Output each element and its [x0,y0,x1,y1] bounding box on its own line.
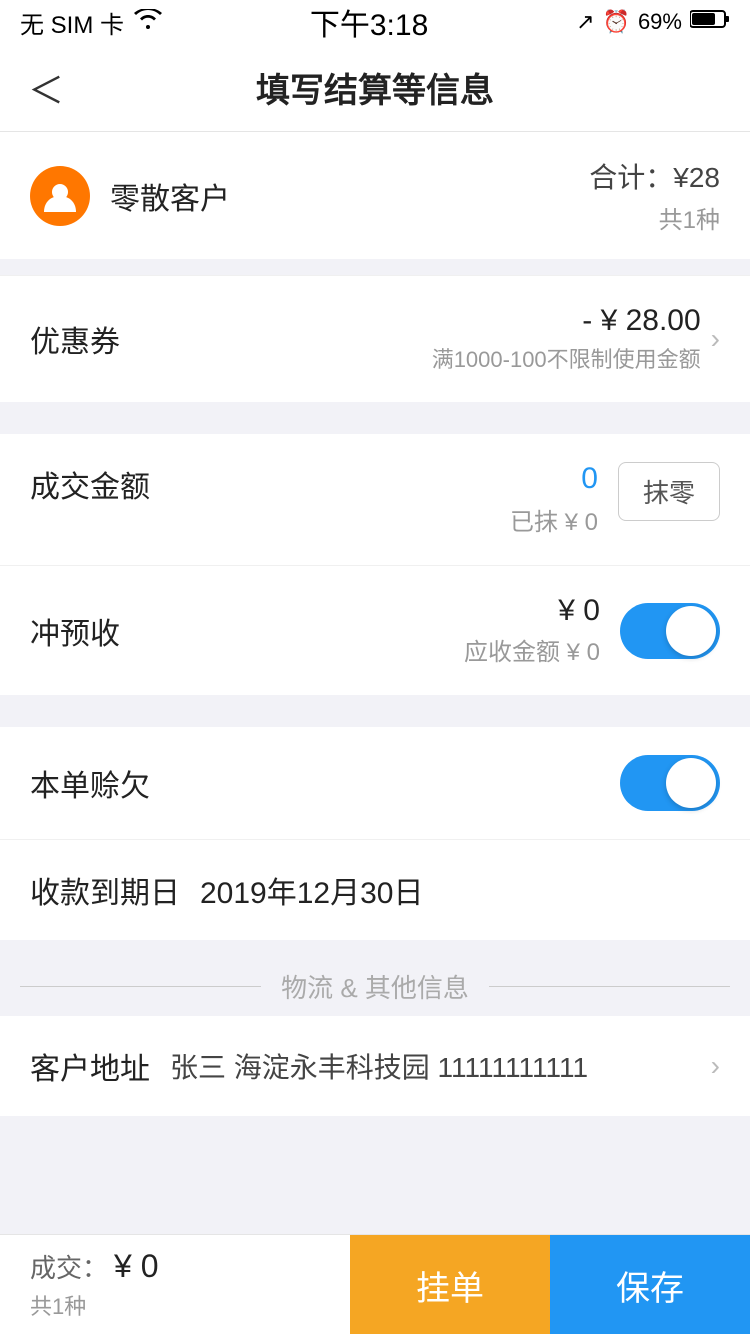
alarm-icon: ⏰ [603,9,630,35]
address-value: 张三 海淀永丰科技园 11111111111 [170,1046,711,1086]
nav-bar: ＜ 填写结算等信息 [0,44,750,132]
status-left: 无 SIM 卡 [20,5,162,40]
bottom-deal-label: 成交： [30,1248,108,1285]
coupon-section[interactable]: 优惠券 - ¥ 28.00 满1000-100不限制使用金额 › [0,275,750,402]
chevron-right-icon: › [711,323,720,355]
debt-label: 本单赊欠 [30,761,150,805]
address-chevron-icon: › [711,1050,720,1082]
prepay-right: ¥ 0 应收金额 ¥ 0 [464,594,720,667]
transaction-values: 0 已抹 ¥ 0 [510,462,598,537]
prepay-text: ¥ 0 应收金额 ¥ 0 [464,594,600,667]
debt-toggle[interactable] [620,755,720,811]
due-date-label: 收款到期日 [30,868,180,912]
debt-row: 本单赊欠 [0,727,750,839]
round-off-button[interactable]: 抹零 [618,462,720,521]
status-bar: 无 SIM 卡 下午3:18 ↗ ⏰ 69% [0,0,750,44]
customer-section: 零散客户 合计：¥28 共1种 [0,132,750,259]
divider-1 [0,418,750,434]
location-icon: ↗ [576,9,594,35]
debt-section: 本单赊欠 收款到期日 2019年12月30日 [0,727,750,940]
wifi-icon [134,8,162,36]
customer-row: 零散客户 合计：¥28 共1种 [0,132,750,259]
coupon-description: 满1000-100不限制使用金额 [432,342,701,374]
transaction-amount-label: 成交金额 [30,462,150,506]
logistics-divider: 物流 & 其他信息 [0,956,750,1016]
bottom-deal-amount: ¥ 0 [114,1248,158,1285]
customer-right: 合计：¥28 共1种 [589,156,720,235]
hang-order-button[interactable]: 挂单 [350,1235,550,1334]
prepay-toggle[interactable] [620,603,720,659]
prepay-sub: 应收金额 ¥ 0 [464,632,600,667]
divider-2 [0,711,750,727]
bottom-deal-row: 成交： ¥ 0 [30,1248,320,1285]
carrier-text: 无 SIM 卡 [20,5,124,40]
back-button[interactable]: ＜ [28,62,64,114]
toggle-circle [666,606,716,656]
transaction-amount-right: 0 已抹 ¥ 0 抹零 [510,462,720,537]
coupon-label: 优惠券 [30,317,120,361]
save-button[interactable]: 保存 [550,1235,750,1334]
address-row[interactable]: 客户地址 张三 海淀永丰科技园 11111111111 › [0,1016,750,1116]
address-section[interactable]: 客户地址 张三 海淀永丰科技园 11111111111 › [0,1016,750,1116]
bottom-info: 成交： ¥ 0 共1种 [0,1235,350,1334]
prepay-label: 冲预收 [30,609,120,653]
due-date-row: 收款到期日 2019年12月30日 [0,839,750,940]
bottom-count: 共1种 [30,1289,320,1321]
status-right: ↗ ⏰ 69% [576,9,730,35]
customer-total: 合计：¥28 [589,156,720,196]
debt-toggle-circle [666,758,716,808]
prepay-amount: ¥ 0 [464,594,600,628]
customer-name: 零散客户 [110,174,230,218]
bottom-bar: 成交： ¥ 0 共1种 挂单 保存 [0,1234,750,1334]
battery-icon [690,9,730,35]
logistics-label: 物流 & 其他信息 [281,968,469,1005]
coupon-row[interactable]: 优惠券 - ¥ 28.00 满1000-100不限制使用金额 › [0,275,750,402]
battery-text: 69% [638,9,682,35]
prepay-row: 冲预收 ¥ 0 应收金额 ¥ 0 [0,566,750,695]
address-label: 客户地址 [30,1044,150,1088]
transaction-amount-sub: 已抹 ¥ 0 [510,502,598,537]
coupon-right: - ¥ 28.00 满1000-100不限制使用金额 › [432,304,720,374]
customer-left: 零散客户 [30,166,230,226]
customer-count: 共1种 [589,200,720,235]
transaction-section: 成交金额 0 已抹 ¥ 0 抹零 冲预收 ¥ 0 应收金额 ¥ 0 [0,434,750,695]
coupon-values: - ¥ 28.00 满1000-100不限制使用金额 [432,304,701,374]
coupon-amount: - ¥ 28.00 [582,304,700,338]
transaction-amount-value: 0 [510,462,598,496]
page-title: 填写结算等信息 [256,63,494,112]
transaction-amount-row: 成交金额 0 已抹 ¥ 0 抹零 [0,434,750,566]
avatar [30,166,90,226]
due-date-value: 2019年12月30日 [200,868,423,912]
time-text: 下午3:18 [310,0,428,44]
